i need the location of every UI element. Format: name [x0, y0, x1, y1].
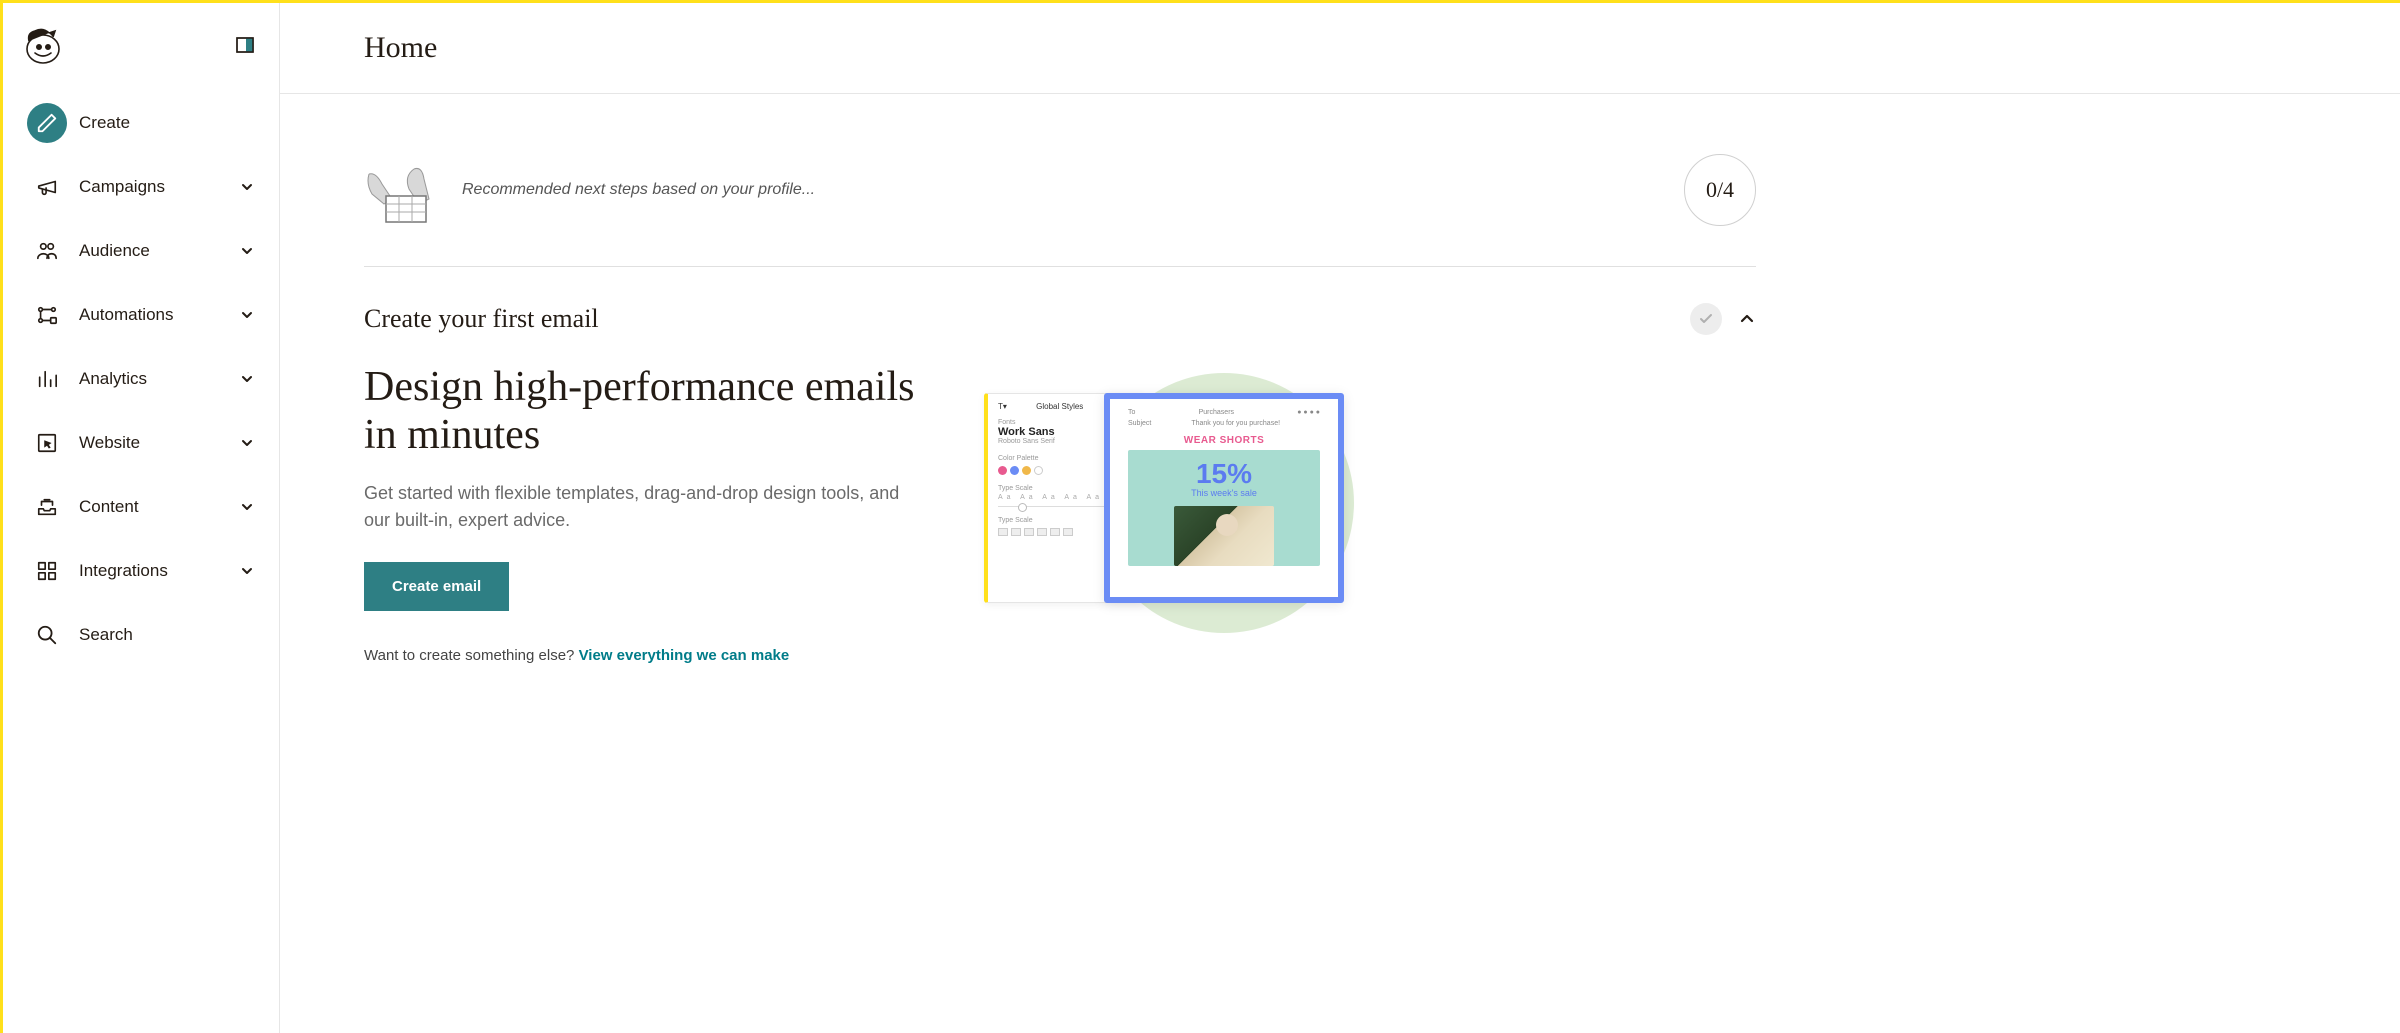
content-area: Recommended next steps based on your pro… — [280, 94, 1840, 724]
chevron-down-icon — [239, 243, 255, 259]
nav-label: Campaigns — [79, 177, 239, 197]
cursor-square-icon — [27, 423, 67, 463]
create-email-button[interactable]: Create email — [364, 562, 509, 611]
mock-panel-title: Global Styles — [1036, 402, 1083, 411]
main-content: Home — [280, 3, 2400, 1033]
sidebar-item-create[interactable]: Create — [3, 91, 279, 155]
sidebar-item-audience[interactable]: Audience — [3, 219, 279, 283]
mock-to-label: To — [1128, 409, 1135, 416]
page-header: Home — [280, 3, 2400, 94]
sidebar-item-automations[interactable]: Automations — [3, 283, 279, 347]
sidebar-item-analytics[interactable]: Analytics — [3, 347, 279, 411]
flow-icon — [27, 295, 67, 335]
sidebar-item-content[interactable]: Content — [3, 475, 279, 539]
mock-photo — [1174, 506, 1274, 566]
mock-brand: WEAR SHORTS — [1128, 435, 1320, 446]
task-header: Create your first email — [364, 303, 1756, 335]
chevron-down-icon — [239, 563, 255, 579]
recommend-text: Recommended next steps based on your pro… — [462, 181, 815, 199]
mock-subject-label: Subject — [1128, 420, 1151, 427]
people-icon — [27, 231, 67, 271]
task-illustration: T▾ Global Styles Close Fonts Work Sans R… — [984, 363, 1364, 623]
task-body: Design high-performance emails in minute… — [364, 363, 1756, 664]
nav-label: Content — [79, 497, 239, 517]
panel-toggle-icon[interactable] — [235, 35, 255, 55]
nav-label: Analytics — [79, 369, 239, 389]
nav-label: Integrations — [79, 561, 239, 581]
task-controls — [1690, 303, 1756, 335]
mock-email-preview: ToPurchasers● ● ● ● SubjectThank you for… — [1104, 393, 1344, 603]
nav-label: Search — [79, 625, 255, 645]
sidebar-item-search[interactable]: Search — [3, 603, 279, 667]
task-description: Get started with flexible templates, dra… — [364, 480, 924, 534]
chevron-down-icon — [239, 179, 255, 195]
page-title: Home — [364, 31, 2316, 65]
tray-icon — [27, 487, 67, 527]
task-complete-check[interactable] — [1690, 303, 1722, 335]
view-everything-link[interactable]: View everything we can make — [579, 647, 790, 664]
chevron-down-icon — [239, 499, 255, 515]
mock-percent: 15% — [1128, 460, 1320, 488]
recommend-row: Recommended next steps based on your pro… — [364, 154, 1756, 226]
nav-label: Website — [79, 433, 239, 453]
mock-subject: Thank you for you purchase! — [1191, 420, 1280, 427]
nav-label: Audience — [79, 241, 239, 261]
grid-icon — [27, 551, 67, 591]
sidebar: Create Campaigns Audience — [0, 3, 280, 1033]
mock-purchasers: Purchasers — [1199, 409, 1234, 416]
progress-value: 0/4 — [1706, 177, 1734, 203]
sidebar-item-integrations[interactable]: Integrations — [3, 539, 279, 603]
chevron-down-icon — [239, 435, 255, 451]
divider — [364, 266, 1756, 267]
hands-typing-icon — [364, 154, 444, 226]
nav-list: Create Campaigns Audience — [3, 91, 279, 667]
mailchimp-logo-icon[interactable] — [21, 23, 65, 67]
chevron-down-icon — [239, 307, 255, 323]
search-icon — [27, 615, 67, 655]
pencil-icon — [27, 103, 67, 143]
chevron-up-icon[interactable] — [1738, 310, 1756, 328]
task-title: Create your first email — [364, 304, 599, 334]
chevron-down-icon — [239, 371, 255, 387]
alt-prompt-text: Want to create something else? — [364, 647, 579, 664]
mock-sale-text: This week's sale — [1128, 488, 1320, 498]
sidebar-item-campaigns[interactable]: Campaigns — [3, 155, 279, 219]
task-heading: Design high-performance emails in minute… — [364, 363, 924, 460]
bar-chart-icon — [27, 359, 67, 399]
alt-prompt-row: Want to create something else? View ever… — [364, 647, 924, 664]
recommend-left: Recommended next steps based on your pro… — [364, 154, 815, 226]
progress-indicator: 0/4 — [1684, 154, 1756, 226]
megaphone-icon — [27, 167, 67, 207]
nav-label: Create — [79, 113, 255, 133]
task-text: Design high-performance emails in minute… — [364, 363, 924, 664]
sidebar-item-website[interactable]: Website — [3, 411, 279, 475]
mock-promo-card: 15% This week's sale — [1128, 450, 1320, 566]
nav-label: Automations — [79, 305, 239, 325]
sidebar-header — [3, 23, 279, 91]
